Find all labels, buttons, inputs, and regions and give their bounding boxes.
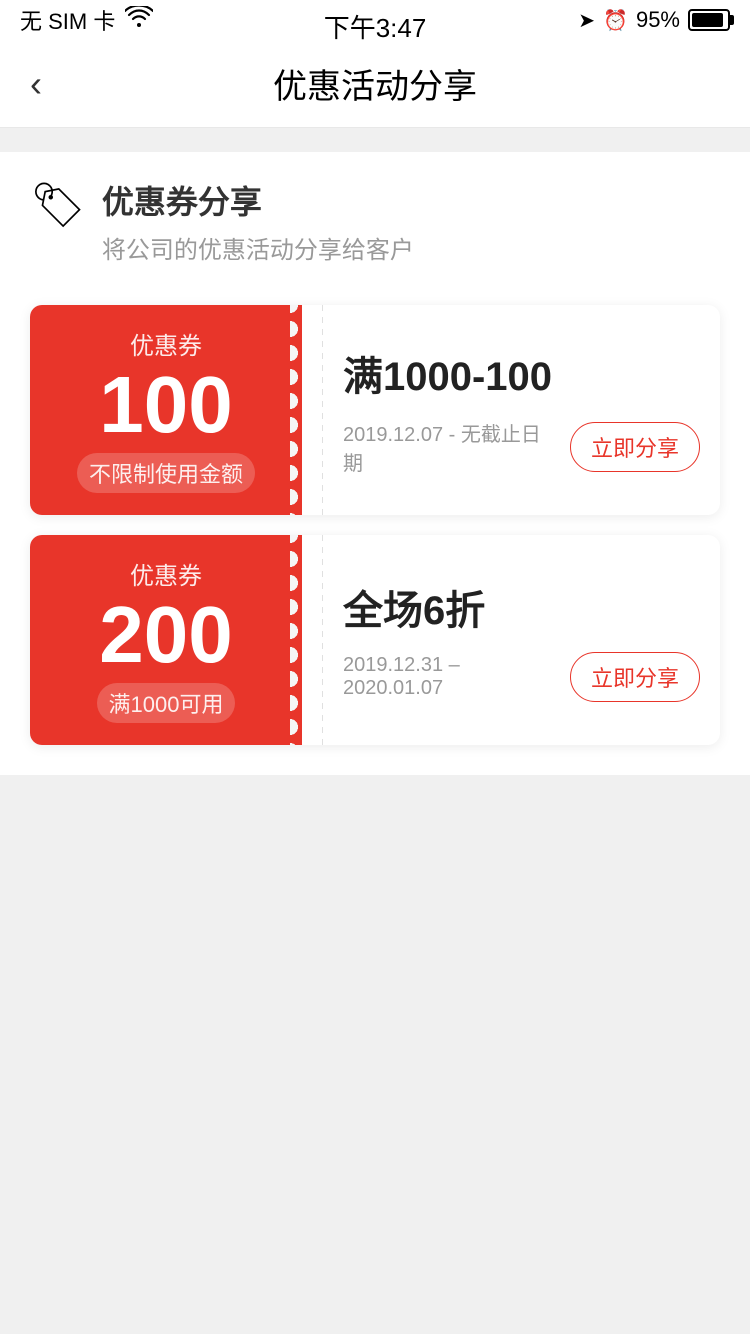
- coupon-meta-1: 2019.12.07 - 无截止日期 立即分享: [343, 418, 700, 476]
- coupon-right-2: 全场6折 2019.12.31 – 2020.01.07 立即分享: [343, 535, 720, 745]
- coupon-date-2: 2019.12.31 – 2020.01.07: [343, 654, 560, 700]
- bottom-fill: [0, 775, 750, 1275]
- section-title: 优惠券分享: [102, 182, 414, 224]
- coupon-date-1: 2019.12.07 - 无截止日期: [343, 418, 560, 476]
- battery-icon: [688, 9, 730, 31]
- back-button[interactable]: ‹: [30, 63, 42, 105]
- coupon-card-2: 优惠券 200 满1000可用 全场6折 2019.12.31 – 2020.0…: [30, 535, 720, 745]
- coupon-condition-2: 满1000可用: [97, 683, 236, 723]
- coupon-share-button-1[interactable]: 立即分享: [570, 422, 700, 472]
- coupon-label-2: 优惠券: [130, 556, 202, 591]
- section-text-block: 优惠券分享 将公司的优惠活动分享给客户: [102, 182, 414, 265]
- coupon-condition-1: 不限制使用金额: [77, 453, 255, 493]
- alarm-icon: ⏰: [603, 8, 628, 33]
- section-gap-top: [0, 128, 750, 152]
- coupon-left-1: 优惠券 100 不限制使用金额: [30, 305, 302, 515]
- coupon-amount-1: 100: [99, 365, 232, 445]
- nav-bar: ‹ 优惠活动分享: [0, 40, 750, 128]
- coupon-share-button-2[interactable]: 立即分享: [570, 652, 700, 702]
- wifi-icon: [125, 6, 153, 34]
- section-subtitle: 将公司的优惠活动分享给客户: [102, 230, 414, 265]
- coupons-container: 优惠券 100 不限制使用金额 满1000-100 2019.12.07 - 无…: [0, 285, 750, 775]
- coupon-label-1: 优惠券: [130, 326, 202, 361]
- battery-percentage: 95%: [636, 7, 680, 33]
- coupon-section-icon: 🏷: [30, 184, 86, 228]
- coupon-separator-2: [322, 535, 323, 745]
- coupon-right-1: 满1000-100 2019.12.07 - 无截止日期 立即分享: [343, 305, 720, 515]
- page-title: 优惠活动分享: [273, 59, 477, 108]
- status-right: ➤ ⏰ 95%: [578, 7, 730, 33]
- status-bar: 无 SIM 卡 下午3:47 ➤ ⏰ 95%: [0, 0, 750, 40]
- coupon-amount-2: 200: [99, 595, 232, 675]
- coupon-card-1: 优惠券 100 不限制使用金额 满1000-100 2019.12.07 - 无…: [30, 305, 720, 515]
- coupon-left-2: 优惠券 200 满1000可用: [30, 535, 302, 745]
- carrier-label: 无 SIM 卡: [20, 4, 115, 36]
- location-icon: ➤: [578, 8, 595, 33]
- coupon-name-1: 满1000-100: [343, 344, 700, 402]
- coupon-name-2: 全场6折: [343, 578, 700, 636]
- coupon-separator-1: [322, 305, 323, 515]
- section-header: 🏷 优惠券分享 将公司的优惠活动分享给客户: [0, 152, 750, 285]
- status-left: 无 SIM 卡: [20, 4, 153, 36]
- coupon-meta-2: 2019.12.31 – 2020.01.07 立即分享: [343, 652, 700, 702]
